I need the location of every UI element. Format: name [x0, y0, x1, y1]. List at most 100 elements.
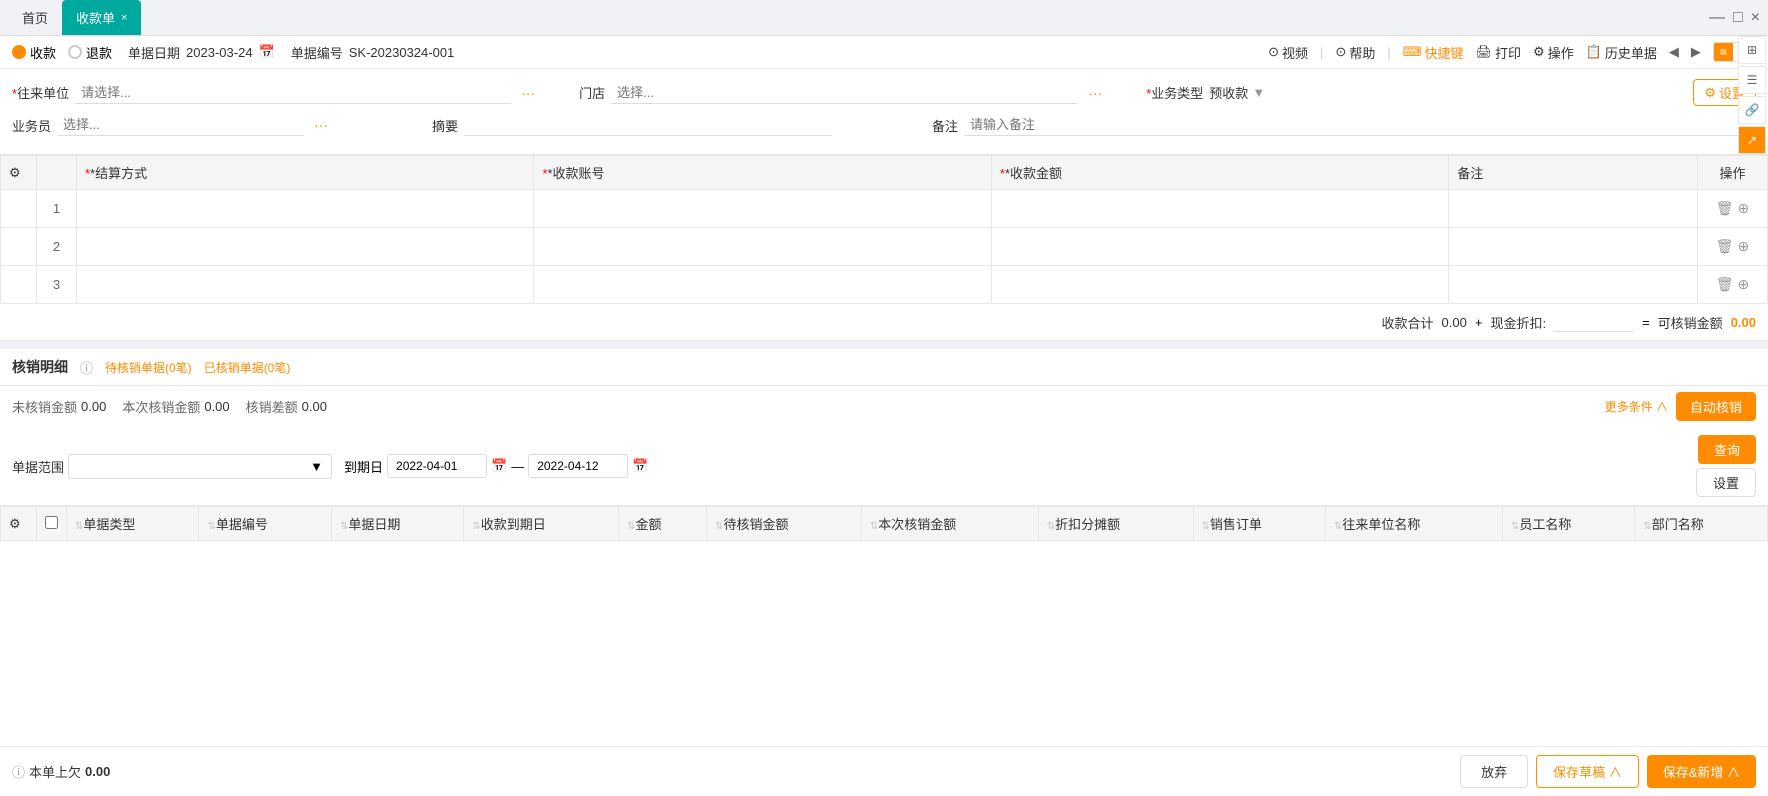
bottom-th-doc_date: ⇅单据日期	[331, 507, 463, 541]
diff-value: 0.00	[302, 399, 327, 414]
doc-no-field: 单据编号 SK-20230324-001	[291, 43, 455, 62]
store-input[interactable]	[611, 82, 1078, 104]
carry-info-icon[interactable]: ⓘ	[12, 762, 25, 781]
row-actions-cell: 🗑 ⊕	[1698, 266, 1768, 304]
abandon-btn[interactable]: 放弃	[1460, 755, 1528, 788]
nav-next-btn[interactable]: ▶	[1691, 44, 1701, 60]
recon-pending-tab[interactable]: 待核销单据(0笔)	[105, 359, 192, 376]
salesperson-input[interactable]	[57, 114, 304, 136]
row-delete-icon[interactable]: 🗑	[1716, 238, 1734, 255]
history-icon: 📋	[1586, 44, 1602, 60]
doc-no-label: 单据编号	[291, 43, 343, 62]
row-amount-cell[interactable]	[991, 266, 1448, 304]
store-field: 门店 ···	[579, 82, 1106, 104]
date-to-input[interactable]	[528, 454, 628, 478]
table-row: 1 🗑 ⊕	[1, 190, 1768, 228]
carry-value: 0.00	[85, 764, 110, 779]
counterpart-more-btn[interactable]: ···	[517, 85, 539, 101]
section-divider	[0, 341, 1768, 349]
sort-icon: ⇅	[472, 521, 480, 532]
row-settle-cell[interactable]	[77, 228, 534, 266]
history-btn[interactable]: 📋 历史单据	[1586, 43, 1657, 62]
tab-shoukuan[interactable]: 收款单 ×	[62, 0, 141, 35]
row-copy-icon[interactable]: ⊕	[1738, 200, 1750, 217]
salesperson-more-btn[interactable]: ···	[310, 117, 332, 133]
radio-tuikuan-dot	[68, 45, 82, 59]
bottom-th-gear[interactable]: ⚙	[1, 507, 37, 541]
radio-tuikuan[interactable]: 退款	[68, 43, 112, 62]
ops-label: 操作	[1548, 43, 1574, 62]
row-remark-cell[interactable]	[1449, 228, 1698, 266]
select-all-checkbox[interactable]	[45, 516, 58, 529]
sidebar-attach-icon[interactable]: 🔗	[1738, 96, 1766, 124]
row-action-icons: 🗑 ⊕	[1706, 238, 1759, 255]
view-list-btn[interactable]: ≡	[1714, 43, 1733, 61]
row-settle-cell[interactable]	[77, 190, 534, 228]
counterpart-input[interactable]	[75, 82, 511, 104]
biz-type-dropdown-icon[interactable]: ▼	[1252, 85, 1265, 100]
shortcut-label: 快捷键	[1425, 43, 1464, 62]
radio-shoukuan[interactable]: 收款	[12, 43, 56, 62]
row-amount-cell[interactable]	[991, 190, 1448, 228]
date-from-input[interactable]	[387, 454, 487, 478]
row-delete-icon[interactable]: 🗑	[1716, 200, 1734, 217]
recon-settings-btn[interactable]: 设置	[1696, 468, 1756, 497]
tab-home[interactable]: 首页	[8, 0, 62, 35]
calendar-icon[interactable]: 📅	[259, 44, 275, 60]
help-btn[interactable]: ⊙ 帮助	[1335, 43, 1375, 62]
video-btn[interactable]: ⊙ 视频	[1268, 43, 1308, 62]
recon-done-tab[interactable]: 已核销单据(0笔)	[204, 359, 291, 376]
recon-info-icon[interactable]: ⓘ	[80, 358, 93, 377]
row-amount-cell[interactable]	[991, 228, 1448, 266]
ops-btn[interactable]: ⚙ 操作	[1533, 43, 1574, 62]
tab-close-icon[interactable]: ×	[121, 12, 127, 24]
more-conditions-btn[interactable]: 更多条件 ∧	[1605, 398, 1668, 415]
row-copy-icon[interactable]: ⊕	[1738, 276, 1750, 293]
window-close-icon[interactable]: ×	[1751, 9, 1760, 27]
unverified-value: 0.00	[81, 399, 106, 414]
row-gear-cell	[1, 190, 37, 228]
due-date-label: 到期日	[344, 457, 383, 476]
auto-verify-btn[interactable]: 自动核销	[1676, 392, 1756, 421]
store-more-btn[interactable]: ···	[1084, 85, 1106, 101]
this-verify-stat: 本次核销金额 0.00	[122, 397, 229, 416]
row-copy-icon[interactable]: ⊕	[1738, 238, 1750, 255]
sidebar-list-icon[interactable]: ☰	[1738, 66, 1766, 94]
table-gear-col[interactable]: ⚙	[1, 156, 37, 190]
print-btn[interactable]: 🖨 打印	[1476, 43, 1522, 62]
bottom-th-checkbox	[37, 507, 67, 541]
row-account-cell[interactable]	[534, 266, 991, 304]
unverified-stat: 未核销金额 0.00	[12, 397, 106, 416]
sidebar-expand-icon[interactable]: ↗	[1738, 126, 1766, 154]
discount-input[interactable]	[1554, 312, 1634, 332]
remark-input[interactable]	[964, 114, 1756, 136]
doc-no-value[interactable]: SK-20230324-001	[349, 45, 455, 60]
row-settle-cell[interactable]	[77, 266, 534, 304]
save-new-btn[interactable]: 保存&新增 ∧	[1647, 755, 1756, 788]
memo-input[interactable]	[464, 114, 832, 136]
row-delete-icon[interactable]: 🗑	[1716, 276, 1734, 293]
nav-prev-btn[interactable]: ◀	[1669, 44, 1679, 60]
sort-icon: ⇅	[1643, 521, 1651, 532]
bottom-th-pending_verify: ⇅待核销金额	[707, 507, 862, 541]
cal-to-icon[interactable]: 📅	[632, 458, 648, 474]
sort-icon: ⇅	[340, 521, 348, 532]
window-min-icon[interactable]: —	[1709, 9, 1725, 27]
footer: ⓘ 本单上欠 0.00 放弃 保存草稿 ∧ 保存&新增 ∧	[0, 746, 1768, 796]
query-btn[interactable]: 查询	[1698, 435, 1756, 464]
video-label: 视频	[1282, 43, 1308, 62]
row-account-cell[interactable]	[534, 190, 991, 228]
doc-date-value[interactable]: 2023-03-24	[186, 45, 253, 60]
row-remark-cell[interactable]	[1449, 190, 1698, 228]
shortcut-btn[interactable]: ⌨ 快捷键	[1403, 43, 1464, 62]
row-account-cell[interactable]	[534, 228, 991, 266]
window-max-icon[interactable]: □	[1733, 9, 1743, 27]
draft-btn[interactable]: 保存草稿 ∧	[1536, 755, 1639, 788]
main-content: 收款 退款 单据日期 2023-03-24 📅 单据编号 SK-20230324…	[0, 36, 1768, 796]
row-action-icons: 🗑 ⊕	[1706, 200, 1759, 217]
sidebar-grid-icon[interactable]: ⊞	[1738, 36, 1766, 64]
row-remark-cell[interactable]	[1449, 266, 1698, 304]
cal-from-icon[interactable]: 📅	[491, 458, 507, 474]
biz-type-value: 预收款	[1209, 83, 1248, 102]
range-dropdown[interactable]: ▼	[68, 454, 332, 479]
